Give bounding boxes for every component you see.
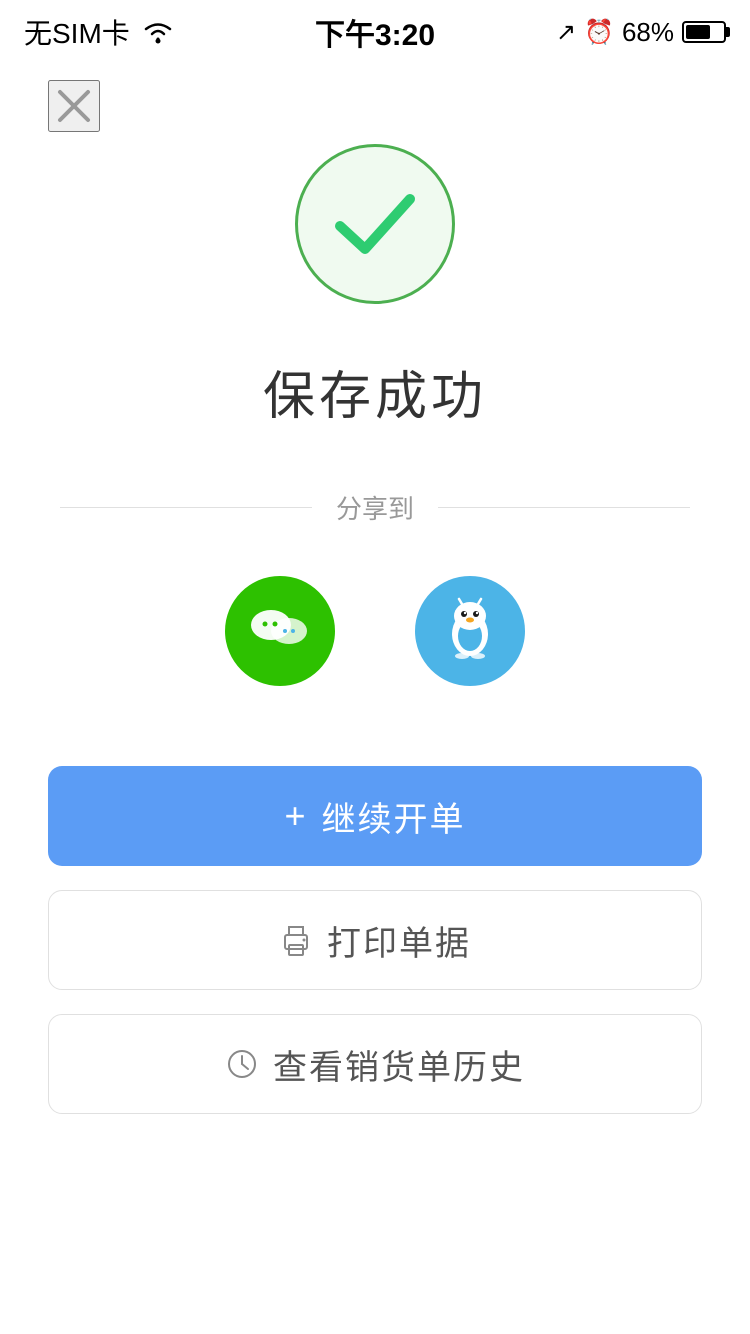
close-button[interactable] xyxy=(48,80,100,132)
share-divider: 分享到 xyxy=(0,489,750,526)
wechat-logo-icon xyxy=(247,605,313,657)
print-icon xyxy=(279,923,313,957)
close-icon xyxy=(52,84,96,128)
print-button[interactable]: 打印单据 xyxy=(48,890,702,990)
qq-logo-icon xyxy=(435,596,505,666)
status-time: 下午3:20 xyxy=(315,10,435,54)
battery-bar xyxy=(682,21,726,43)
success-title: 保存成功 xyxy=(263,354,487,429)
location-icon: ↗ xyxy=(556,18,576,47)
qq-share-button[interactable] xyxy=(415,576,525,686)
wechat-share-button[interactable] xyxy=(225,576,335,686)
history-button[interactable]: 查看销货单历史 xyxy=(48,1014,702,1114)
status-right: ↗ ⏰ 68% xyxy=(556,17,726,48)
continue-label: 继续开单 xyxy=(322,792,466,841)
status-bar: 无SIM卡 下午3:20 ↗ ⏰ 68% xyxy=(0,0,750,64)
history-icon xyxy=(225,1047,259,1081)
checkmark-icon xyxy=(330,184,420,264)
battery-percent: 68% xyxy=(622,17,674,48)
success-circle xyxy=(295,144,455,304)
share-label: 分享到 xyxy=(312,489,438,526)
status-carrier: 无SIM卡 xyxy=(24,12,176,52)
continue-order-button[interactable]: + 继续开单 xyxy=(48,766,702,866)
history-label: 查看销货单历史 xyxy=(273,1040,525,1089)
action-buttons: + 继续开单 打印单据 查看销货单历史 xyxy=(0,766,750,1114)
alarm-icon: ⏰ xyxy=(584,18,614,47)
divider-line-left xyxy=(60,507,312,508)
main-content: 保存成功 分享到 xyxy=(0,64,750,1114)
print-label: 打印单据 xyxy=(327,916,471,965)
carrier-text: 无SIM卡 xyxy=(24,12,130,52)
share-icons-container xyxy=(225,576,525,686)
wifi-icon xyxy=(140,19,176,45)
divider-line-right xyxy=(438,507,690,508)
plus-icon: + xyxy=(284,795,307,837)
battery-fill xyxy=(686,25,710,39)
